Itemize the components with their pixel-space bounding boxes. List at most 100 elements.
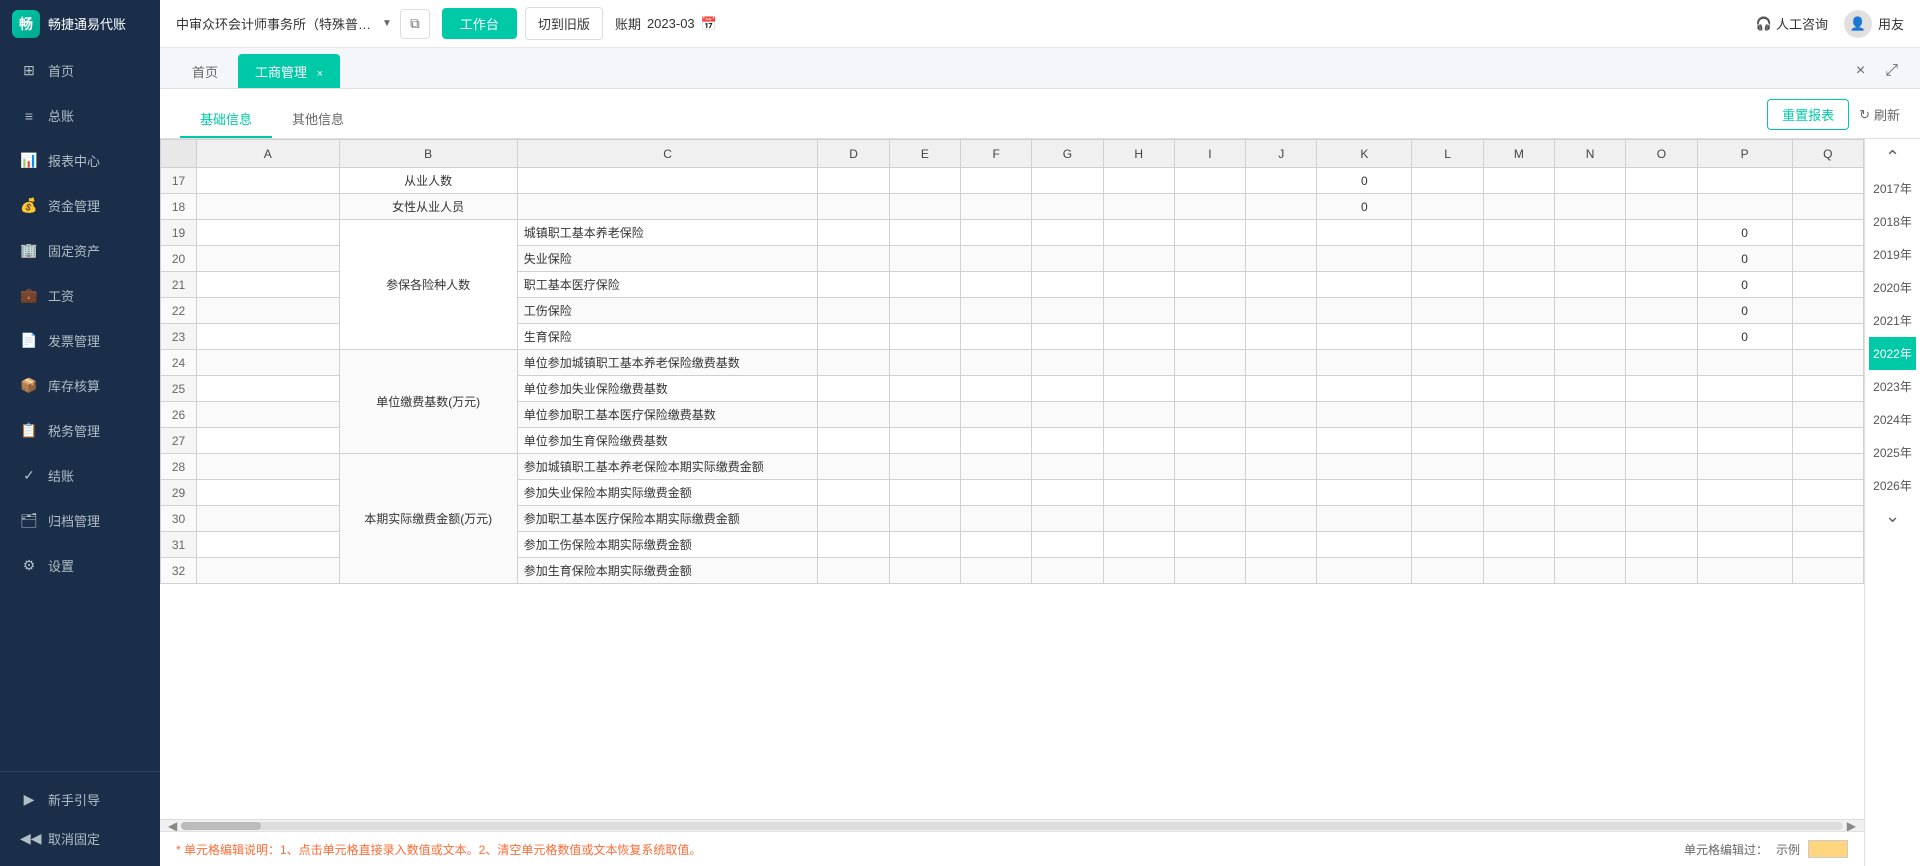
cell-l[interactable] — [1412, 194, 1483, 220]
cell-c[interactable] — [517, 194, 818, 220]
cell-k[interactable] — [1317, 298, 1412, 324]
tab-industrial-commerce[interactable]: 工商管理 × — [238, 54, 340, 88]
cell-f[interactable] — [960, 376, 1031, 402]
cell-h[interactable] — [1103, 454, 1174, 480]
user-area[interactable]: 👤 用友 — [1844, 10, 1904, 38]
year-item[interactable]: 2026年 — [1869, 469, 1916, 502]
cell-p[interactable] — [1697, 558, 1792, 584]
cell-n[interactable] — [1554, 402, 1625, 428]
copy-button[interactable]: ⧉ — [400, 9, 430, 39]
cell-e[interactable] — [889, 480, 960, 506]
cell-m[interactable] — [1483, 246, 1554, 272]
cell-j[interactable] — [1246, 194, 1317, 220]
cell-n[interactable] — [1554, 480, 1625, 506]
cell-d[interactable] — [818, 402, 889, 428]
cell-p[interactable] — [1697, 194, 1792, 220]
cell-f[interactable] — [960, 168, 1031, 194]
cell-p[interactable] — [1697, 532, 1792, 558]
cell-q[interactable] — [1792, 532, 1863, 558]
cell-p[interactable]: 0 — [1697, 298, 1792, 324]
cell-m[interactable] — [1483, 220, 1554, 246]
cell-p[interactable] — [1697, 350, 1792, 376]
cell-l[interactable] — [1412, 324, 1483, 350]
cell-h[interactable] — [1103, 506, 1174, 532]
cell-l[interactable] — [1412, 376, 1483, 402]
cell-k[interactable] — [1317, 402, 1412, 428]
cell-l[interactable] — [1412, 558, 1483, 584]
cell-p[interactable]: 0 — [1697, 324, 1792, 350]
cell-o[interactable] — [1626, 428, 1697, 454]
cell-d[interactable] — [818, 168, 889, 194]
cell-m[interactable] — [1483, 168, 1554, 194]
sidebar-item-settlement[interactable]: ✓ 结账 — [0, 453, 160, 498]
cell-h[interactable] — [1103, 402, 1174, 428]
cell-d[interactable] — [818, 558, 889, 584]
cell-h[interactable] — [1103, 298, 1174, 324]
cell-c[interactable]: 参加生育保险本期实际缴费金额 — [517, 558, 818, 584]
cell-k[interactable]: 0 — [1317, 194, 1412, 220]
cell-p[interactable]: 0 — [1697, 272, 1792, 298]
cell-c[interactable]: 参加工伤保险本期实际缴费金额 — [517, 532, 818, 558]
cell-j[interactable] — [1246, 246, 1317, 272]
cell-j[interactable] — [1246, 558, 1317, 584]
cell-d[interactable] — [818, 220, 889, 246]
sidebar-item-tax-mgmt[interactable]: 📋 税务管理 — [0, 408, 160, 453]
cell-f[interactable] — [960, 298, 1031, 324]
cell-i[interactable] — [1174, 324, 1245, 350]
cell-j[interactable] — [1246, 220, 1317, 246]
cell-n[interactable] — [1554, 428, 1625, 454]
cell-c[interactable]: 单位参加职工基本医疗保险缴费基数 — [517, 402, 818, 428]
cell-h[interactable] — [1103, 220, 1174, 246]
cell-c[interactable]: 参加失业保险本期实际缴费金额 — [517, 480, 818, 506]
cell-h[interactable] — [1103, 272, 1174, 298]
cell-l[interactable] — [1412, 220, 1483, 246]
cell-a[interactable] — [197, 506, 340, 532]
cell-f[interactable] — [960, 194, 1031, 220]
cell-l[interactable] — [1412, 246, 1483, 272]
cell-p[interactable] — [1697, 480, 1792, 506]
sidebar-item-new-guide[interactable]: ▶ 新手引导 — [0, 780, 160, 819]
cell-e[interactable] — [889, 324, 960, 350]
cell-o[interactable] — [1626, 194, 1697, 220]
cell-g[interactable] — [1032, 220, 1103, 246]
year-item[interactable]: 2017年 — [1869, 172, 1916, 205]
cell-h[interactable] — [1103, 558, 1174, 584]
cell-h[interactable] — [1103, 324, 1174, 350]
cell-q[interactable] — [1792, 558, 1863, 584]
cell-l[interactable] — [1412, 532, 1483, 558]
cell-k[interactable] — [1317, 480, 1412, 506]
calendar-icon[interactable]: 📅 — [701, 16, 717, 32]
cell-g[interactable] — [1032, 428, 1103, 454]
cell-g[interactable] — [1032, 350, 1103, 376]
cell-a[interactable] — [197, 454, 340, 480]
cell-p[interactable] — [1697, 428, 1792, 454]
cell-k[interactable] — [1317, 428, 1412, 454]
cell-j[interactable] — [1246, 532, 1317, 558]
cell-o[interactable] — [1626, 402, 1697, 428]
cell-e[interactable] — [889, 246, 960, 272]
cell-d[interactable] — [818, 376, 889, 402]
cell-p[interactable]: 0 — [1697, 220, 1792, 246]
cell-n[interactable] — [1554, 454, 1625, 480]
cell-m[interactable] — [1483, 402, 1554, 428]
cell-b[interactable]: 从业人数 — [339, 168, 517, 194]
year-item[interactable]: 2020年 — [1869, 271, 1916, 304]
cell-j[interactable] — [1246, 350, 1317, 376]
cell-m[interactable] — [1483, 480, 1554, 506]
cell-a[interactable] — [197, 558, 340, 584]
cell-j[interactable] — [1246, 506, 1317, 532]
cell-p[interactable] — [1697, 454, 1792, 480]
cell-d[interactable] — [818, 506, 889, 532]
cell-i[interactable] — [1174, 168, 1245, 194]
cell-a[interactable] — [197, 272, 340, 298]
sidebar-item-home[interactable]: ⊞ 首页 — [0, 48, 160, 93]
cell-q[interactable] — [1792, 402, 1863, 428]
cell-f[interactable] — [960, 246, 1031, 272]
cell-q[interactable] — [1792, 506, 1863, 532]
cell-f[interactable] — [960, 506, 1031, 532]
cell-i[interactable] — [1174, 272, 1245, 298]
sub-tab-other-info[interactable]: 其他信息 — [272, 101, 364, 138]
cell-p[interactable]: 0 — [1697, 246, 1792, 272]
cell-q[interactable] — [1792, 350, 1863, 376]
cell-k[interactable] — [1317, 454, 1412, 480]
